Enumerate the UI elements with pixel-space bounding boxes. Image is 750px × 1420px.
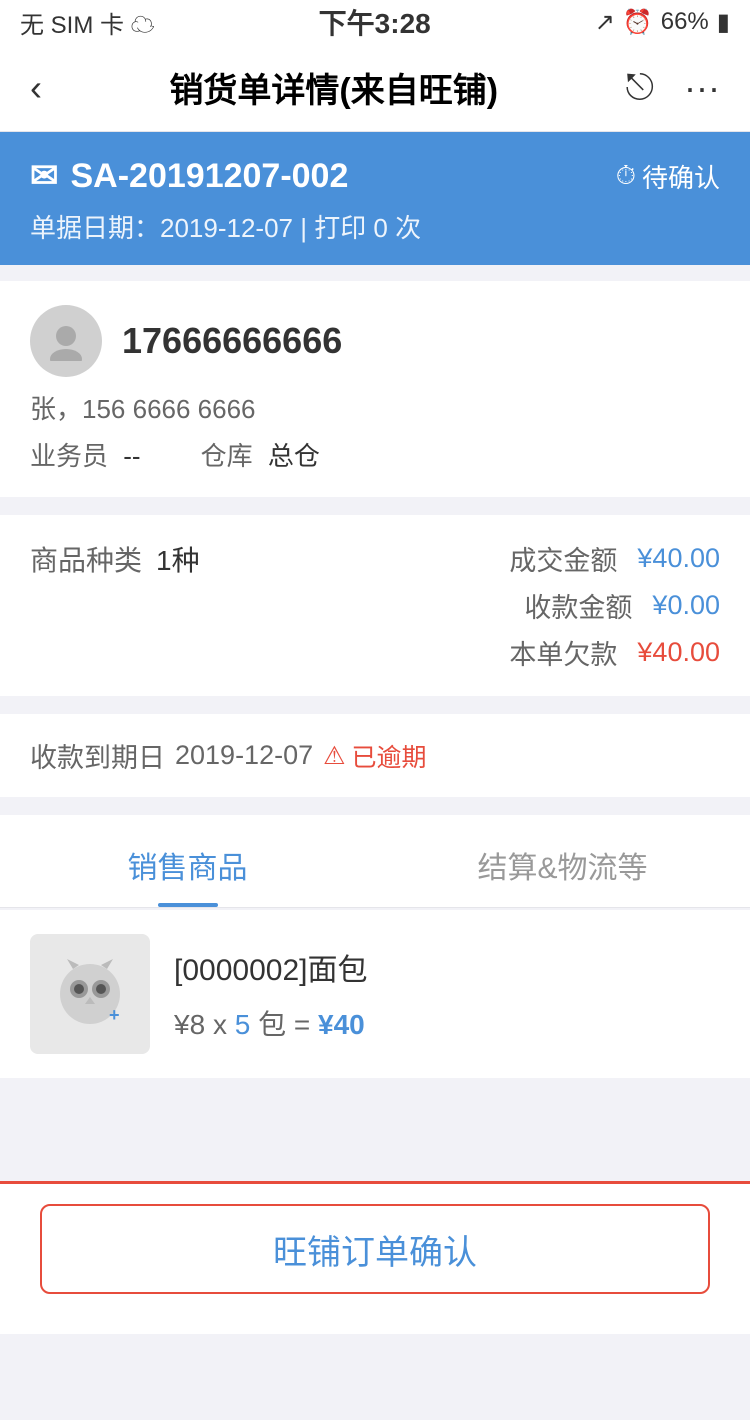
- battery-icon: ▮: [717, 8, 730, 37]
- product-unit: 包: [258, 1009, 286, 1040]
- price-separator: x: [213, 1009, 235, 1040]
- product-price: ¥8 x 5 包 = ¥40: [174, 1003, 720, 1043]
- tab-products-label: 销售商品: [128, 852, 248, 885]
- svg-text:+: +: [109, 1005, 120, 1025]
- order-status-text: 待确认: [642, 158, 720, 195]
- due-date-value: 2019-12-07: [175, 740, 313, 771]
- price-value: ¥8: [174, 1009, 205, 1040]
- share-button[interactable]: ⎋: [626, 66, 654, 109]
- received-amount-label: 收款金额: [524, 586, 632, 625]
- clock-icon: ⏱: [616, 160, 636, 192]
- overdue-icon: ⚠: [323, 741, 345, 771]
- order-date: 单据日期：2019-12-07 | 打印 0 次: [30, 208, 720, 245]
- customer-phone: 17666666666: [122, 320, 342, 362]
- customer-detail: 张，156 6666 6666: [30, 389, 720, 426]
- deal-amount-row: 成交金额 ¥40.00: [509, 539, 720, 578]
- product-info: [0000002]面包 ¥8 x 5 包 = ¥40: [174, 945, 720, 1043]
- divider-1: [0, 265, 750, 281]
- deal-amount-label: 成交金额: [509, 539, 617, 578]
- order-id-section: ✉ SA-20191207-002: [30, 156, 348, 196]
- status-right: ↗ ⏰ 66% ▮: [595, 8, 730, 37]
- tab-settlement-label: 结算&物流等: [477, 852, 647, 885]
- due-date-section: 收款到期日 2019-12-07 ⚠ 已逾期: [0, 714, 750, 797]
- product-quantity: 5: [235, 1009, 251, 1040]
- tabs-section: 销售商品 结算&物流等: [0, 815, 750, 908]
- inbox-icon: ✉: [30, 156, 59, 196]
- sim-status: 无 SIM 卡 ☁: [20, 5, 155, 40]
- tab-settlement[interactable]: 结算&物流等: [375, 815, 750, 907]
- status-time: 下午3:28: [319, 2, 431, 42]
- alarm-icon: ⏰: [623, 8, 653, 37]
- customer-meta: 业务员 -- 仓库 总仓: [30, 436, 720, 473]
- location-icon: ↗: [595, 8, 615, 37]
- due-date-label: 收款到期日: [30, 736, 165, 775]
- summary-section: 商品种类 1种 成交金额 ¥40.00 收款金额 ¥0.00 本单欠款 ¥40.…: [0, 515, 750, 696]
- customer-avatar: [30, 305, 102, 377]
- nav-bar: ‹ 销货单详情(来自旺铺) ⎋ ···: [0, 44, 750, 132]
- product-name: [0000002]面包: [174, 945, 720, 989]
- customer-section: 17666666666 张，156 6666 6666 业务员 -- 仓库 总仓: [0, 281, 750, 497]
- order-id-text: SA-20191207-002: [71, 157, 349, 196]
- owed-amount-value: ¥40.00: [637, 637, 720, 668]
- warehouse-value: 总仓: [268, 441, 320, 471]
- order-status: ⏱ 待确认: [616, 158, 720, 195]
- more-button[interactable]: ···: [684, 67, 720, 109]
- tab-products[interactable]: 销售商品: [0, 815, 375, 907]
- back-button[interactable]: ‹: [30, 67, 42, 109]
- salesperson-label: 业务员: [30, 441, 108, 471]
- confirm-button[interactable]: 旺铺订单确认: [40, 1204, 710, 1294]
- salesperson-field: 业务员 --: [30, 436, 141, 473]
- warehouse-label: 仓库: [201, 441, 253, 471]
- tabs-bar: 销售商品 结算&物流等: [0, 815, 750, 908]
- product-thumbnail: +: [30, 934, 150, 1054]
- confirm-button-wrap: 旺铺订单确认: [0, 1181, 750, 1334]
- product-type: 商品种类 1种: [30, 539, 200, 579]
- received-amount-value: ¥0.00: [652, 590, 720, 621]
- overdue-badge: ⚠ 已逾期: [323, 738, 426, 774]
- battery-level: 66%: [661, 8, 709, 36]
- divider-3: [0, 698, 750, 714]
- product-total: ¥40: [318, 1009, 365, 1040]
- salesperson-value: --: [123, 441, 140, 471]
- status-left: 无 SIM 卡 ☁: [20, 5, 155, 40]
- order-header: ✉ SA-20191207-002 ⏱ 待确认 单据日期：2019-12-07 …: [0, 132, 750, 265]
- nav-actions: ⎋ ···: [626, 66, 720, 109]
- divider-2: [0, 499, 750, 515]
- received-amount-row: 收款金额 ¥0.00: [524, 586, 720, 625]
- owed-amount-label: 本单欠款: [509, 633, 617, 672]
- product-type-label: 商品种类: [30, 539, 142, 579]
- product-type-value: 1种: [156, 539, 200, 579]
- status-bar: 无 SIM 卡 ☁ 下午3:28 ↗ ⏰ 66% ▮: [0, 0, 750, 44]
- amounts: 成交金额 ¥40.00 收款金额 ¥0.00 本单欠款 ¥40.00: [509, 539, 720, 672]
- equals-sign: =: [294, 1009, 318, 1040]
- deal-amount-value: ¥40.00: [637, 543, 720, 574]
- overdue-text: 已逾期: [352, 738, 427, 774]
- product-item: + [0000002]面包 ¥8 x 5 包 = ¥40: [0, 910, 750, 1078]
- owed-amount-row: 本单欠款 ¥40.00: [509, 633, 720, 672]
- warehouse-field: 仓库 总仓: [201, 436, 320, 473]
- page-title: 销货单详情(来自旺铺): [169, 63, 498, 112]
- divider-4: [0, 799, 750, 815]
